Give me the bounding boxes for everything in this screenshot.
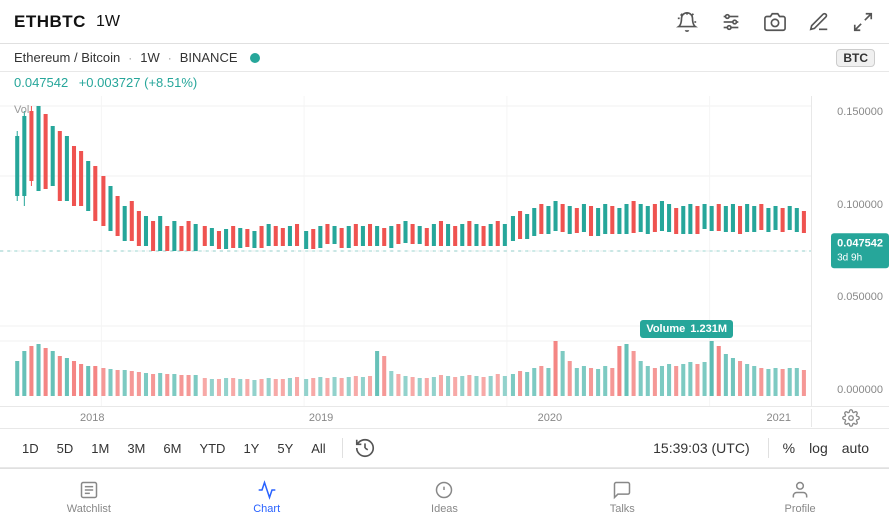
tf-3m[interactable]: 3M [119, 437, 153, 460]
talks-label: Talks [610, 503, 635, 515]
price-axis: 0.150000 0.100000 0.050000 0.000000 0.04… [811, 96, 889, 406]
dot-sep2: · [168, 51, 172, 65]
currency-badge: BTC [836, 49, 875, 67]
tf-5y[interactable]: 5Y [269, 437, 301, 460]
dot-sep1: · [128, 51, 132, 65]
top-header: ETHBTC 1W [0, 0, 889, 44]
tf-1y[interactable]: 1Y [235, 437, 267, 460]
current-price-value: 0.047542 [837, 236, 883, 251]
price-change: +0.003727 (+8.51%) [79, 75, 198, 90]
volume-badge: Volume 1.231M [640, 320, 733, 338]
draw-icon[interactable] [807, 10, 831, 34]
tf-1m[interactable]: 1M [83, 437, 117, 460]
chart-icon [256, 479, 278, 501]
log-button[interactable]: log [803, 436, 834, 460]
timeframe-controls: 1D 5D 1M 3M 6M YTD 1Y 5Y All 15:39:03 (U… [0, 428, 889, 468]
indicators-icon[interactable] [719, 10, 743, 34]
header-icons [675, 10, 875, 34]
auto-button[interactable]: auto [836, 436, 875, 460]
bottom-nav: Watchlist Chart Ideas Talks [0, 468, 889, 522]
price-tick-1: 0.150000 [818, 106, 883, 118]
nav-watchlist[interactable]: Watchlist [54, 479, 124, 515]
ticker-symbol: ETHBTC [14, 12, 86, 32]
time-remaining: 3d 9h [837, 252, 883, 266]
tf-ytd[interactable]: YTD [191, 437, 233, 460]
price-tick-4: 0.000000 [818, 384, 883, 396]
chart-label: Chart [253, 503, 280, 515]
ideas-label: Ideas [431, 503, 458, 515]
price-chart [0, 96, 811, 406]
tf-separator-2 [768, 438, 769, 458]
time-label-2019: 2019 [309, 412, 333, 424]
vol-badge-label: Volume [646, 323, 685, 335]
current-price-badge: 0.047542 3d 9h [831, 233, 889, 268]
chart-wrapper: Vol [0, 96, 889, 406]
snapshot-icon[interactable] [763, 10, 787, 34]
watchlist-icon [78, 479, 100, 501]
add-alert-icon[interactable] [675, 10, 699, 34]
period-label: 1W [140, 50, 160, 65]
tf-all[interactable]: All [303, 437, 333, 460]
tf-5d[interactable]: 5D [49, 437, 82, 460]
replay-icon[interactable] [351, 434, 379, 462]
price-tick-3: 0.050000 [818, 291, 883, 303]
settings-gear[interactable] [811, 409, 889, 427]
tf-1d[interactable]: 1D [14, 437, 47, 460]
chart-info-row: Ethereum / Bitcoin · 1W · BINANCE BTC [0, 44, 889, 72]
tf-separator [342, 438, 343, 458]
time-label-2021: 2021 [766, 412, 810, 424]
timeframe-label: 1W [96, 13, 120, 31]
price-tick-2: 0.100000 [818, 199, 883, 211]
time-labels: 2018 2019 2020 2021 [0, 412, 811, 424]
exchange-label: BINANCE [180, 50, 238, 65]
pair-label: Ethereum / Bitcoin [14, 50, 120, 65]
ideas-icon [433, 479, 455, 501]
price-row: 0.047542 +0.003727 (+8.51%) [0, 72, 889, 96]
time-label-2020: 2020 [538, 412, 562, 424]
profile-icon [789, 479, 811, 501]
chart-main[interactable]: Vol [0, 96, 811, 406]
tf-6m[interactable]: 6M [155, 437, 189, 460]
time-axis-row: 2018 2019 2020 2021 [0, 406, 889, 428]
nav-ideas[interactable]: Ideas [409, 479, 479, 515]
ticker-info: ETHBTC 1W [14, 12, 120, 32]
nav-profile[interactable]: Profile [765, 479, 835, 515]
pct-button[interactable]: % [777, 436, 801, 460]
live-indicator [250, 53, 260, 63]
current-price: 0.047542 [14, 75, 68, 90]
utc-time: 15:39:03 (UTC) [653, 440, 749, 456]
profile-label: Profile [784, 503, 815, 515]
talks-icon [611, 479, 633, 501]
time-label-2018: 2018 [0, 412, 104, 424]
nav-talks[interactable]: Talks [587, 479, 657, 515]
vol-label: Vol [14, 104, 29, 116]
watchlist-label: Watchlist [67, 503, 111, 515]
nav-chart[interactable]: Chart [232, 479, 302, 515]
fullscreen-icon[interactable] [851, 10, 875, 34]
